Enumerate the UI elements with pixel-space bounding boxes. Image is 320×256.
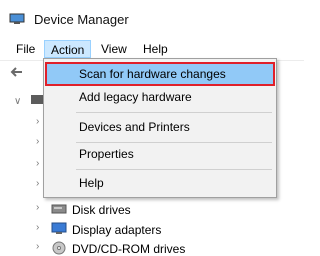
expand-chevron-icon[interactable]: › xyxy=(36,158,39,169)
tree-item-disk-drives[interactable]: Disk drives xyxy=(72,203,131,217)
menu-bar: File Action View Help xyxy=(0,38,304,60)
back-arrow-icon[interactable] xyxy=(10,65,24,79)
tree-item-dvd-cdrom-drives[interactable]: DVD/CD-ROM drives xyxy=(72,242,185,256)
menu-separator xyxy=(76,169,272,170)
menu-file[interactable]: File xyxy=(10,40,41,58)
title-bar: Device Manager xyxy=(0,0,304,38)
menu-action[interactable]: Action xyxy=(44,40,92,58)
menu-item-help[interactable]: Help xyxy=(46,172,274,194)
menu-view[interactable]: View xyxy=(95,40,133,58)
menu-item-scan-hardware-changes[interactable]: Scan for hardware changes xyxy=(45,62,275,86)
tree-item-display-adapters[interactable]: Display adapters xyxy=(72,223,161,237)
expand-chevron-icon[interactable]: › xyxy=(36,116,39,127)
window-title: Device Manager xyxy=(34,12,129,27)
display-adapter-icon xyxy=(51,222,67,234)
dvd-drive-icon xyxy=(52,241,66,255)
menu-item-properties[interactable]: Properties xyxy=(46,143,274,165)
disk-drive-icon xyxy=(51,204,67,214)
expand-chevron-icon[interactable]: › xyxy=(36,202,39,213)
expand-chevron-icon[interactable]: › xyxy=(36,136,39,147)
action-menu-dropdown: Scan for hardware changes Add legacy har… xyxy=(43,58,277,198)
menu-separator xyxy=(76,112,272,113)
menu-item-add-legacy-hardware[interactable]: Add legacy hardware xyxy=(46,86,274,108)
expand-chevron-icon[interactable]: › xyxy=(36,241,39,252)
menu-help[interactable]: Help xyxy=(137,40,174,58)
collapse-chevron-icon[interactable]: ∨ xyxy=(14,96,21,107)
expand-chevron-icon[interactable]: › xyxy=(36,178,39,189)
menu-item-devices-and-printers[interactable]: Devices and Printers xyxy=(46,116,274,138)
expand-chevron-icon[interactable]: › xyxy=(36,222,39,233)
device-manager-icon xyxy=(9,13,25,24)
